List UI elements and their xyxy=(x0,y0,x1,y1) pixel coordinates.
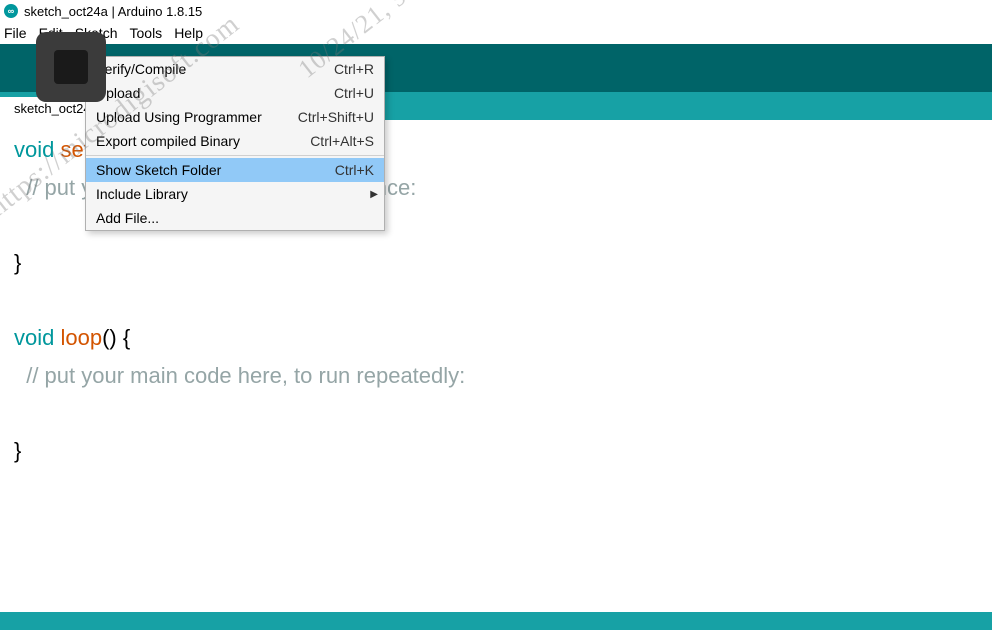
menu-item-label: Show Sketch Folder xyxy=(96,162,335,178)
menu-item-label: Upload xyxy=(96,85,334,101)
code-text: } xyxy=(14,250,21,275)
menu-sketch[interactable]: Sketch xyxy=(75,25,118,41)
comment: // put your main code here, to run repea… xyxy=(14,363,465,388)
menu-help[interactable]: Help xyxy=(174,25,203,41)
window-title: sketch_oct24a | Arduino 1.8.15 xyxy=(24,4,202,19)
menu-add-file[interactable]: Add File... xyxy=(86,206,384,230)
menu-tools[interactable]: Tools xyxy=(130,25,163,41)
arduino-icon xyxy=(4,4,18,18)
menu-upload[interactable]: Upload Ctrl+U xyxy=(86,81,384,105)
menu-show-sketch-folder[interactable]: Show Sketch Folder Ctrl+K xyxy=(86,158,384,182)
keyword: void xyxy=(14,325,54,350)
status-bar xyxy=(0,612,992,630)
menu-file[interactable]: File xyxy=(4,25,27,41)
menu-item-shortcut: Ctrl+Shift+U xyxy=(298,109,374,125)
menu-bar: File Edit Sketch Tools Help xyxy=(0,22,992,44)
menu-export-compiled-binary[interactable]: Export compiled Binary Ctrl+Alt+S xyxy=(86,129,384,153)
menu-item-shortcut: Ctrl+U xyxy=(334,85,374,101)
sketch-dropdown: Verify/Compile Ctrl+R Upload Ctrl+U Uplo… xyxy=(85,56,385,231)
menu-item-label: Export compiled Binary xyxy=(96,133,310,149)
menu-item-shortcut: Ctrl+R xyxy=(334,61,374,77)
menu-include-library[interactable]: Include Library ▶ xyxy=(86,182,384,206)
keyword: void xyxy=(14,137,54,162)
code-text: } xyxy=(14,438,21,463)
menu-item-label: Verify/Compile xyxy=(96,61,334,77)
menu-edit[interactable]: Edit xyxy=(39,25,63,41)
menu-item-label: Upload Using Programmer xyxy=(96,109,298,125)
menu-item-label: Add File... xyxy=(96,210,374,226)
title-bar: sketch_oct24a | Arduino 1.8.15 xyxy=(0,0,992,22)
menu-upload-using-programmer[interactable]: Upload Using Programmer Ctrl+Shift+U xyxy=(86,105,384,129)
menu-item-shortcut: Ctrl+K xyxy=(335,162,374,178)
menu-item-shortcut: Ctrl+Alt+S xyxy=(310,133,374,149)
submenu-arrow-icon: ▶ xyxy=(370,189,378,200)
menu-item-label: Include Library xyxy=(96,186,374,202)
menu-verify-compile[interactable]: Verify/Compile Ctrl+R xyxy=(86,57,384,81)
menu-separator xyxy=(86,155,384,156)
function-name: loop xyxy=(60,325,102,350)
code-text: () { xyxy=(102,325,130,350)
